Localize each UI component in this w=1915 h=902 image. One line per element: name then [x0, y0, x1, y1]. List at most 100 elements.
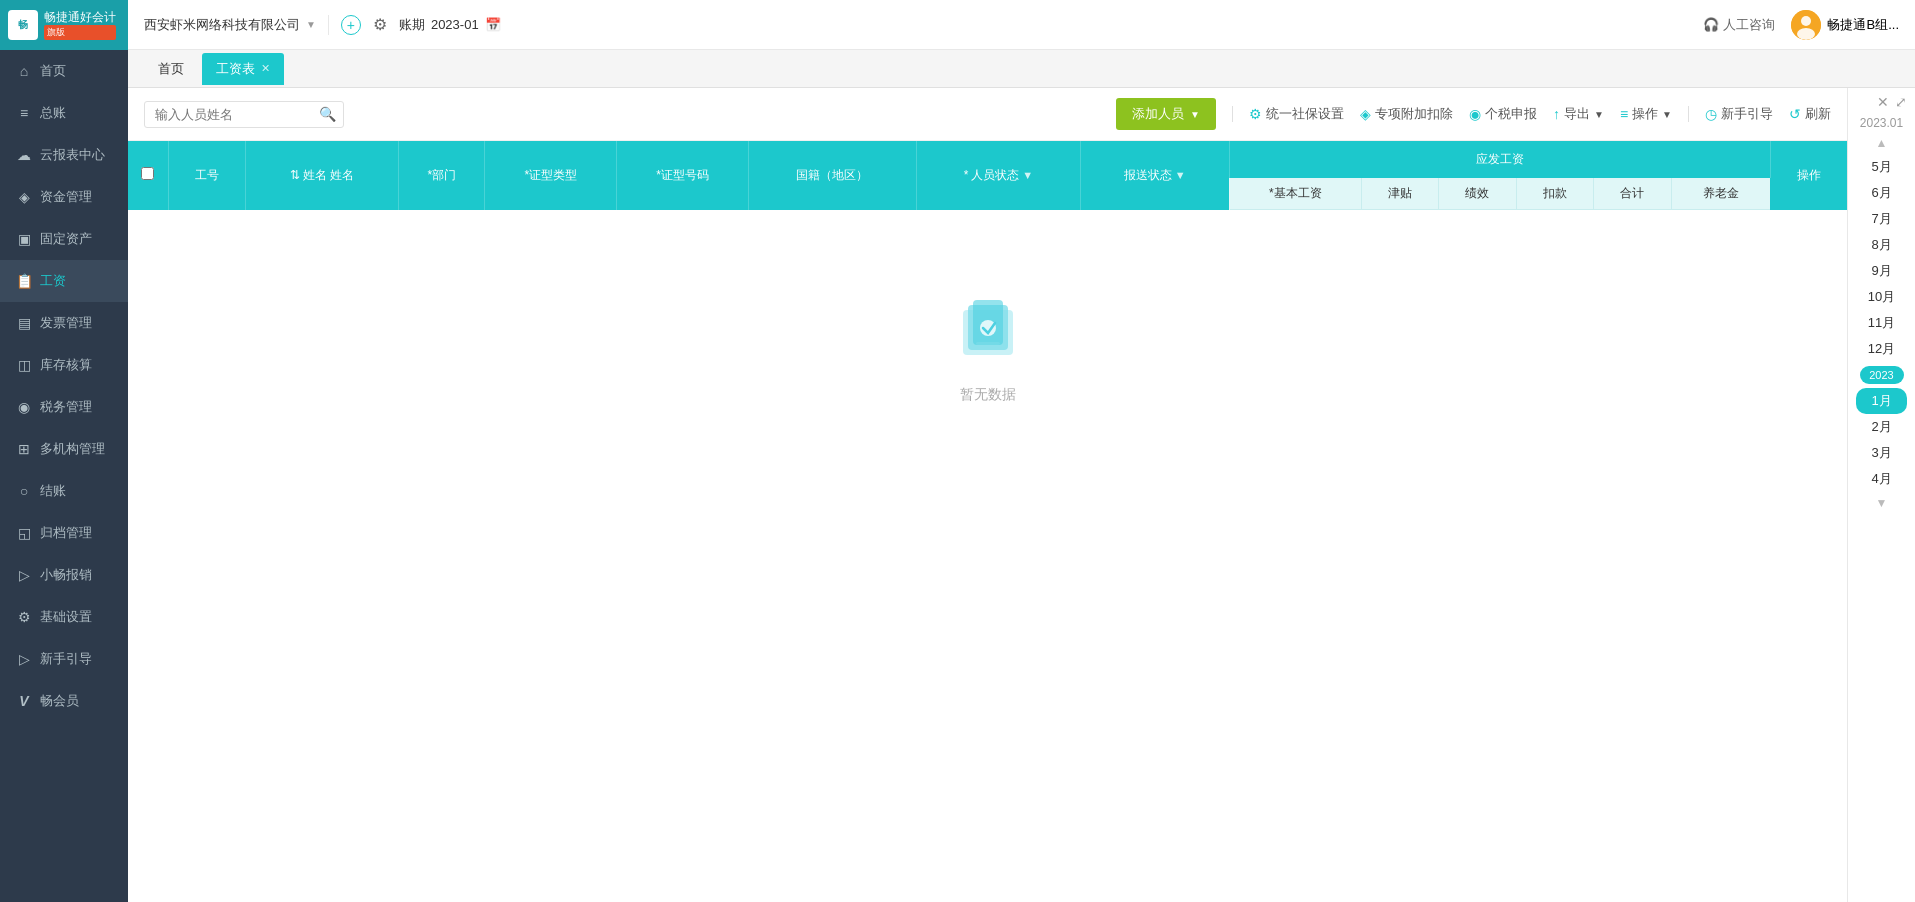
- home-icon: ⌂: [16, 63, 32, 79]
- tab-salary[interactable]: 工资表 ✕: [202, 53, 284, 85]
- svg-rect-7: [976, 342, 1000, 345]
- salary-toolbar: 🔍 添加人员 ▼ ⚙ 统一社保设置 ◈ 专项附加扣除: [128, 88, 1847, 141]
- refresh-button[interactable]: ↺ 刷新: [1789, 105, 1831, 123]
- sidebar-item-label: 固定资产: [40, 230, 92, 248]
- company-dropdown-arrow: ▼: [306, 19, 316, 30]
- th-id-type: *证型类型: [485, 141, 617, 210]
- ledger-icon: ≡: [16, 105, 32, 121]
- th-operate: 操作: [1770, 141, 1847, 210]
- company-selector[interactable]: 西安虾米网络科技有限公司 ▼: [144, 16, 316, 34]
- empty-state-cell: 暂无数据: [128, 210, 1847, 485]
- tab-home[interactable]: 首页: [144, 53, 198, 85]
- month-10[interactable]: 10月: [1848, 284, 1915, 310]
- th-total: 合计: [1594, 178, 1672, 210]
- tab-close-icon[interactable]: ✕: [261, 62, 270, 75]
- help-button[interactable]: 🎧 人工咨询: [1703, 16, 1775, 34]
- sidebar-item-member[interactable]: V 畅会员: [0, 680, 128, 722]
- sidebar-item-inventory[interactable]: ◫ 库存核算: [0, 344, 128, 386]
- sidebar-item-label: 工资: [40, 272, 66, 290]
- sidebar-item-archive[interactable]: ◱ 归档管理: [0, 512, 128, 554]
- period-title: 2023.01: [1848, 110, 1915, 132]
- logo-icon: 畅: [8, 10, 38, 40]
- sidebar-item-tax[interactable]: ◉ 税务管理: [0, 386, 128, 428]
- month-9[interactable]: 9月: [1848, 258, 1915, 284]
- export-arrow-icon: ▼: [1594, 109, 1604, 120]
- month-2[interactable]: 2月: [1848, 414, 1915, 440]
- add-person-button[interactable]: 添加人员 ▼: [1116, 98, 1216, 130]
- th-allowance: 津贴: [1361, 178, 1439, 210]
- scroll-up-button[interactable]: ▲: [1848, 132, 1915, 154]
- special-deduct-label: 专项附加扣除: [1375, 105, 1453, 123]
- sidebar-item-ledger[interactable]: ≡ 总账: [0, 92, 128, 134]
- sidebar-item-label: 库存核算: [40, 356, 92, 374]
- search-input[interactable]: [144, 101, 344, 128]
- month-12[interactable]: 12月: [1848, 336, 1915, 362]
- month-4[interactable]: 4月: [1848, 466, 1915, 492]
- month-11[interactable]: 11月: [1848, 310, 1915, 336]
- operate-button[interactable]: ≡ 操作 ▼: [1620, 105, 1672, 123]
- tabbar: 首页 工资表 ✕: [128, 50, 1915, 88]
- close-period-icon: ○: [16, 483, 32, 499]
- sidebar-item-multi[interactable]: ⊞ 多机构管理: [0, 428, 128, 470]
- guide-icon: ◷: [1705, 106, 1717, 122]
- content-area: 🔍 添加人员 ▼ ⚙ 统一社保设置 ◈ 专项附加扣除: [128, 88, 1915, 902]
- sidebar-item-label: 总账: [40, 104, 66, 122]
- right-panel: ✕ ⤢ 2023.01 ▲ 5月 6月 7月 8月 9月 10月 11月 12月…: [1847, 88, 1915, 902]
- fund-icon: ◈: [16, 189, 32, 205]
- sidebar-item-label: 发票管理: [40, 314, 92, 332]
- tax-declare-label: 个税申报: [1485, 105, 1537, 123]
- expense-icon: ▷: [16, 567, 32, 583]
- th-deduction: 扣款: [1516, 178, 1594, 210]
- report-status-filter-icon[interactable]: ▼: [1175, 169, 1186, 181]
- month-8[interactable]: 8月: [1848, 232, 1915, 258]
- tax-declare-button[interactable]: ◉ 个税申报: [1469, 105, 1537, 123]
- sidebar-item-label: 首页: [40, 62, 66, 80]
- salary-table: 工号 ⇅ 姓名 姓名 *部门: [128, 141, 1847, 484]
- th-base-salary: *基本工资: [1229, 178, 1361, 210]
- person-status-filter-icon[interactable]: ▼: [1022, 169, 1033, 181]
- headset-icon: 🎧: [1703, 17, 1719, 32]
- add-company-button[interactable]: +: [341, 15, 361, 35]
- sidebar-item-close[interactable]: ○ 结账: [0, 470, 128, 512]
- sidebar-item-fund[interactable]: ◈ 资金管理: [0, 176, 128, 218]
- month-1-active[interactable]: 1月: [1856, 388, 1907, 414]
- main-area: 西安虾米网络科技有限公司 ▼ + ⚙ 账期 2023-01 📅 🎧 人工咨询: [128, 0, 1915, 902]
- user-name: 畅捷通B组...: [1827, 16, 1899, 34]
- export-button[interactable]: ↑ 导出 ▼: [1553, 105, 1604, 123]
- svg-point-2: [1797, 28, 1815, 40]
- panel-close-button[interactable]: ✕: [1877, 94, 1889, 110]
- search-wrapper: 🔍: [144, 101, 344, 128]
- calendar-icon[interactable]: 📅: [485, 17, 501, 32]
- period-display: 账期 2023-01 📅: [399, 16, 501, 34]
- topbar-right: 🎧 人工咨询 畅捷通B组...: [1703, 10, 1899, 40]
- panel-maximize-button[interactable]: ⤢: [1895, 94, 1907, 110]
- add-person-arrow-icon: ▼: [1190, 109, 1200, 120]
- month-7[interactable]: 7月: [1848, 206, 1915, 232]
- search-icon: 🔍: [319, 106, 336, 122]
- month-3[interactable]: 3月: [1848, 440, 1915, 466]
- sidebar-item-invoice[interactable]: ▤ 发票管理: [0, 302, 128, 344]
- month-5[interactable]: 5月: [1848, 154, 1915, 180]
- scroll-down-button[interactable]: ▼: [1848, 492, 1915, 514]
- special-deduct-button[interactable]: ◈ 专项附加扣除: [1360, 105, 1453, 123]
- checkbox-header[interactable]: [128, 141, 168, 210]
- sidebar-item-expense[interactable]: ▷ 小畅报销: [0, 554, 128, 596]
- social-security-button[interactable]: ⚙ 统一社保设置: [1249, 105, 1344, 123]
- period-value: 2023-01: [431, 17, 479, 32]
- th-name-sort-icon: ⇅: [290, 168, 300, 182]
- sidebar-item-report[interactable]: ☁ 云报表中心: [0, 134, 128, 176]
- sidebar-item-home[interactable]: ⌂ 首页: [0, 50, 128, 92]
- social-security-icon: ⚙: [1249, 106, 1262, 122]
- sidebar-item-salary[interactable]: 📋 工资: [0, 260, 128, 302]
- select-all-checkbox[interactable]: [141, 167, 154, 180]
- help-label: 人工咨询: [1723, 16, 1775, 34]
- sidebar-item-guide[interactable]: ▷ 新手引导: [0, 638, 128, 680]
- edition-badge: 旗版: [44, 25, 116, 40]
- table-main-header-row: 工号 ⇅ 姓名 姓名 *部门: [128, 141, 1847, 178]
- month-6[interactable]: 6月: [1848, 180, 1915, 206]
- settings-button[interactable]: ⚙: [373, 15, 387, 34]
- guide-button[interactable]: ◷ 新手引导: [1705, 105, 1773, 123]
- sidebar-item-assets[interactable]: ▣ 固定资产: [0, 218, 128, 260]
- sidebar-item-settings[interactable]: ⚙ 基础设置: [0, 596, 128, 638]
- user-menu[interactable]: 畅捷通B组...: [1791, 10, 1899, 40]
